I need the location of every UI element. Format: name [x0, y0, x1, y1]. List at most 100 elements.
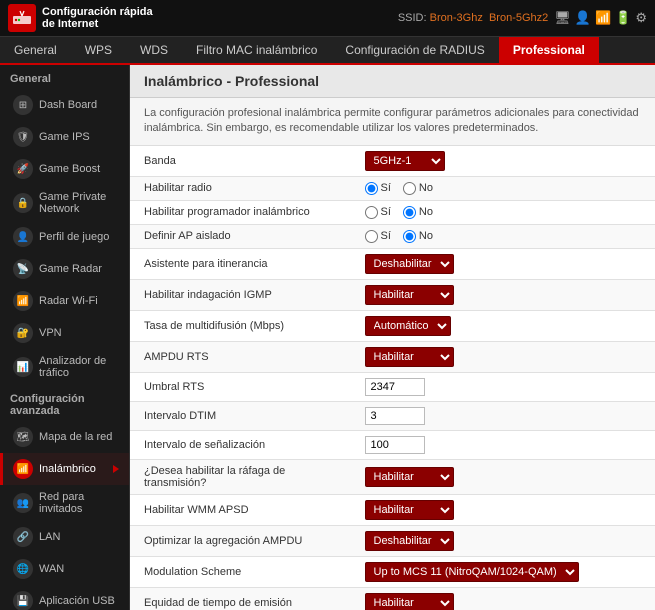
label-programador: Habilitar programador inalámbrico — [130, 200, 351, 224]
wan-icon: 🌐 — [13, 559, 33, 579]
tab-wps[interactable]: WPS — [71, 37, 126, 63]
tabs-row: General WPS WDS Filtro MAC inalámbrico C… — [0, 37, 655, 65]
input-intervalo-senalizacion[interactable] — [365, 436, 425, 454]
select-equidad[interactable]: Habilitar Deshabilitar — [365, 593, 454, 610]
sidebar-item-perfilwifi[interactable]: 👤 Perfil de juego — [0, 221, 129, 253]
sidebar-item-redinvitados[interactable]: 👥 Red para invitados — [0, 485, 129, 521]
row-banda: Banda 5GHz-1 2.4GHz 5GHz-2 — [130, 146, 655, 177]
sidebar-item-inalambrico[interactable]: 📶 Inalámbrico — [0, 453, 129, 485]
row-rafaga: ¿Desea habilitar la ráfaga de transmisió… — [130, 459, 655, 494]
content-area: Inalámbrico - Professional La configurac… — [130, 65, 655, 610]
sidebar-section-general: General — [0, 65, 129, 89]
sidebar-item-radarwifi[interactable]: 📶 Radar Wi-Fi — [0, 285, 129, 317]
row-intervalo-senalizacion: Intervalo de señalización — [130, 430, 655, 459]
monitor-icon: 🖥 — [554, 10, 571, 26]
select-rafaga[interactable]: Habilitar Deshabilitar — [365, 467, 454, 487]
sidebar-item-gameips[interactable]: 🛡 Game IPS — [0, 121, 129, 153]
lan-icon: 🔗 — [13, 527, 33, 547]
row-asistente: Asistente para itinerancia Deshabilitar … — [130, 248, 655, 279]
sidebar-item-lan[interactable]: 🔗 LAN — [0, 521, 129, 553]
label-ampdu-rts: AMPDU RTS — [130, 341, 351, 372]
row-programador: Habilitar programador inalámbrico Sí No — [130, 200, 655, 224]
gpn-icon: 🔒 — [13, 193, 33, 213]
row-igmp: Habilitar indagación IGMP Habilitar Desh… — [130, 279, 655, 310]
sidebar-item-dashboard[interactable]: ⊞ Dash Board — [0, 89, 129, 121]
label-igmp: Habilitar indagación IGMP — [130, 279, 351, 310]
row-intervalo-dtim: Intervalo DTIM — [130, 401, 655, 430]
sidebar: General ⊞ Dash Board 🛡 Game IPS 🚀 Game B… — [0, 65, 130, 610]
gear-icon[interactable]: ⚙ — [635, 10, 647, 26]
mapa-icon: 🗺 — [13, 427, 33, 447]
radio-habilitar-radio: Sí No — [365, 182, 642, 195]
select-asistente[interactable]: Deshabilitar Habilitar — [365, 254, 454, 274]
radio-no-ap[interactable]: No — [403, 230, 433, 243]
page-description: La configuración profesional inalámbrica… — [130, 98, 655, 146]
battery-icon: 🔋 — [615, 10, 631, 26]
select-banda[interactable]: 5GHz-1 2.4GHz 5GHz-2 — [365, 151, 445, 171]
radio-no-programador[interactable]: No — [403, 206, 433, 219]
tab-filtro-mac[interactable]: Filtro MAC inalámbrico — [182, 37, 331, 63]
tab-professional[interactable]: Professional — [499, 37, 599, 63]
icons-group: 🖥 👤 📶 🔋 ⚙ — [554, 10, 647, 26]
row-modulation: Modulation Scheme Up to MCS 11 (NitroQAM… — [130, 556, 655, 587]
router-icon — [8, 4, 36, 32]
sidebar-item-analizador[interactable]: 📊 Analizador de tráfico — [0, 349, 129, 385]
ssid-5g-link[interactable]: Bron-3Ghz — [430, 12, 483, 24]
select-optimizar-ampdu[interactable]: Deshabilitar Habilitar — [365, 531, 454, 551]
select-ampdu-rts[interactable]: Habilitar Deshabilitar — [365, 347, 454, 367]
radio-programador: Sí No — [365, 206, 642, 219]
tab-general[interactable]: General — [0, 37, 71, 63]
sidebar-item-gpn[interactable]: 🔒 Game Private Network — [0, 185, 129, 221]
gameradar-icon: 📡 — [13, 259, 33, 279]
redinvitados-icon: 👥 — [13, 493, 33, 513]
label-rafaga: ¿Desea habilitar la ráfaga de transmisió… — [130, 459, 351, 494]
usb-icon: 💾 — [13, 591, 33, 610]
sidebar-item-mapa[interactable]: 🗺 Mapa de la red — [0, 421, 129, 453]
label-umbral-rts: Umbral RTS — [130, 372, 351, 401]
ssid-2g-link[interactable]: Bron-5Ghz2 — [489, 12, 548, 24]
label-banda: Banda — [130, 146, 351, 177]
select-igmp[interactable]: Habilitar Deshabilitar — [365, 285, 454, 305]
row-umbral-rts: Umbral RTS — [130, 372, 655, 401]
row-habilitar-radio: Habilitar radio Sí No — [130, 176, 655, 200]
input-umbral-rts[interactable] — [365, 378, 425, 396]
radio-no-habilitar[interactable]: No — [403, 182, 433, 195]
select-tasa-multidifusion[interactable]: Automático 1 2 — [365, 316, 451, 336]
label-wmm-apsd: Habilitar WMM APSD — [130, 494, 351, 525]
top-bar: Configuración rápida de Internet SSID: B… — [0, 0, 655, 37]
row-wmm-apsd: Habilitar WMM APSD Habilitar Deshabilita… — [130, 494, 655, 525]
row-equidad: Equidad de tiempo de emisión Habilitar D… — [130, 587, 655, 610]
label-equidad: Equidad de tiempo de emisión — [130, 587, 351, 610]
sidebar-item-gameradar[interactable]: 📡 Game Radar — [0, 253, 129, 285]
row-ap-aislado: Definir AP aislado Sí No — [130, 224, 655, 248]
select-wmm-apsd[interactable]: Habilitar Deshabilitar — [365, 500, 454, 520]
radio-si-programador[interactable]: Sí — [365, 206, 391, 219]
row-optimizar-ampdu: Optimizar la agregación AMPDU Deshabilit… — [130, 525, 655, 556]
select-modulation[interactable]: Up to MCS 11 (NitroQAM/1024-QAM) Up to M… — [365, 562, 579, 582]
sidebar-item-gameboost[interactable]: 🚀 Game Boost — [0, 153, 129, 185]
radio-si-ap[interactable]: Sí — [365, 230, 391, 243]
label-ap-aislado: Definir AP aislado — [130, 224, 351, 248]
tab-wds[interactable]: WDS — [126, 37, 182, 63]
ssid-info: SSID: Bron-3Ghz Bron-5Ghz2 — [398, 12, 548, 24]
radio-si-habilitar[interactable]: Sí — [365, 182, 391, 195]
label-asistente: Asistente para itinerancia — [130, 248, 351, 279]
radarwifi-icon: 📶 — [13, 291, 33, 311]
page-title: Inalámbrico - Professional — [144, 73, 641, 89]
topbar-title: Configuración rápida de Internet — [42, 6, 153, 30]
signal-icon: 📶 — [595, 10, 611, 26]
input-intervalo-dtim[interactable] — [365, 407, 425, 425]
gameips-icon: 🛡 — [13, 127, 33, 147]
user-icon: 👤 — [575, 10, 591, 26]
radio-ap-aislado: Sí No — [365, 230, 642, 243]
row-ampdu-rts: AMPDU RTS Habilitar Deshabilitar — [130, 341, 655, 372]
label-intervalo-senalizacion: Intervalo de señalización — [130, 430, 351, 459]
sidebar-section-advanced: Configuración avanzada — [0, 385, 129, 421]
sidebar-item-wan[interactable]: 🌐 WAN — [0, 553, 129, 585]
sidebar-item-usb[interactable]: 💾 Aplicación USB — [0, 585, 129, 610]
sidebar-item-vpn[interactable]: 🔐 VPN — [0, 317, 129, 349]
tab-radius[interactable]: Configuración de RADIUS — [331, 37, 498, 63]
label-optimizar-ampdu: Optimizar la agregación AMPDU — [130, 525, 351, 556]
analizador-icon: 📊 — [13, 357, 33, 377]
label-modulation: Modulation Scheme — [130, 556, 351, 587]
